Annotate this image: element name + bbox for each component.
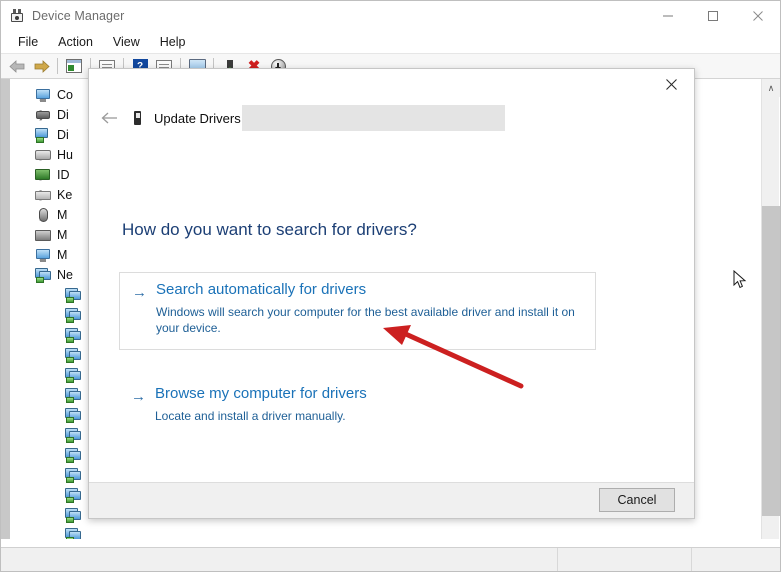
option-description: Locate and install a driver manually. [155,409,346,423]
dialog-close-button[interactable] [649,69,694,100]
dialog-body: How do you want to search for drivers? →… [89,136,694,484]
back-arrow-icon[interactable] [95,103,125,133]
cancel-button[interactable]: Cancel [599,488,675,512]
ide-controller-icon [35,167,52,183]
list-item[interactable] [10,525,761,539]
option-search-automatically[interactable]: → Search automatically for drivers Windo… [119,272,596,350]
network-adapter-icon [65,387,82,403]
vertical-scrollbar[interactable]: ∧ [761,79,780,539]
network-adapter-icon [65,407,82,423]
menu-item-action[interactable]: Action [49,33,102,51]
device-icon [129,110,146,127]
window-controls [645,1,780,30]
network-adapter-icon [65,487,82,503]
show-hide-console-tree-icon[interactable] [62,55,86,77]
back-icon[interactable] [5,55,29,77]
network-adapter-icon [65,307,82,323]
network-adapter-icon [65,467,82,483]
tree-row-label: ID [57,168,70,182]
update-drivers-dialog: Update Drivers How do you want to search… [88,68,695,519]
menu-item-view[interactable]: View [104,33,149,51]
display-adapter-icon [35,127,52,143]
network-adapter-icon [65,327,82,343]
option-title: Search automatically for drivers [156,281,367,298]
screenshot-root: Device Manager File Action View Help ? ✖… [0,0,781,572]
close-button[interactable] [735,1,780,30]
tree-row-label: M [57,228,68,242]
redacted-device-name [241,105,505,131]
toolbar-separator [57,58,58,74]
monitor-icon [35,87,52,103]
status-cell-3 [692,548,780,571]
menu-bar: File Action View Help [1,30,780,54]
network-adapter-icon [65,507,82,523]
arrow-right-icon: → [131,388,146,405]
arrow-right-icon: → [132,284,147,301]
tree-row-label: Di [57,108,69,122]
tree-row-label: Co [57,88,73,102]
minimize-button[interactable] [645,1,690,30]
window-title: Device Manager [32,8,125,23]
network-adapter-icon [65,287,82,303]
network-adapter-icon [65,367,82,383]
tree-row-label: Di [57,128,69,142]
tree-row-label: M [57,248,68,262]
menu-item-help[interactable]: Help [151,33,195,51]
mouse-icon [35,207,52,223]
device-manager-icon [9,8,25,24]
option-browse-my-computer[interactable]: → Browse my computer for drivers Locate … [119,384,596,436]
monitor-icon [35,247,52,263]
tree-row-label: M [57,208,68,222]
disk-drive-icon [35,107,52,123]
forward-icon[interactable] [29,55,53,77]
scroll-up-button[interactable]: ∧ [762,79,780,97]
left-gutter [1,79,10,539]
modem-icon [35,227,52,243]
tree-row-label: Ne [57,268,73,282]
network-adapter-icon [65,347,82,363]
dialog-header: Update Drivers [89,100,694,136]
option-title: Browse my computer for drivers [155,385,367,402]
title-bar: Device Manager [1,1,780,30]
scrollbar-thumb[interactable] [762,206,780,516]
network-adapter-icon [65,527,82,539]
page-title: How do you want to search for drivers? [122,220,417,239]
dialog-title: Update Drivers [154,110,241,126]
hid-icon [35,147,52,163]
option-description: Windows will search your computer for th… [156,305,575,336]
maximize-button[interactable] [690,1,735,30]
menu-item-file[interactable]: File [9,33,47,51]
status-bar [1,547,780,571]
tree-row-label: Ke [57,188,73,202]
network-adapter-icon [65,447,82,463]
status-cell-2 [558,548,692,571]
network-adapter-icon [35,267,52,283]
network-adapter-icon [65,427,82,443]
dialog-footer: Cancel [89,482,694,518]
status-cell-main [1,548,558,571]
keyboard-icon [35,187,52,203]
tree-row-label: Hu [57,148,73,162]
